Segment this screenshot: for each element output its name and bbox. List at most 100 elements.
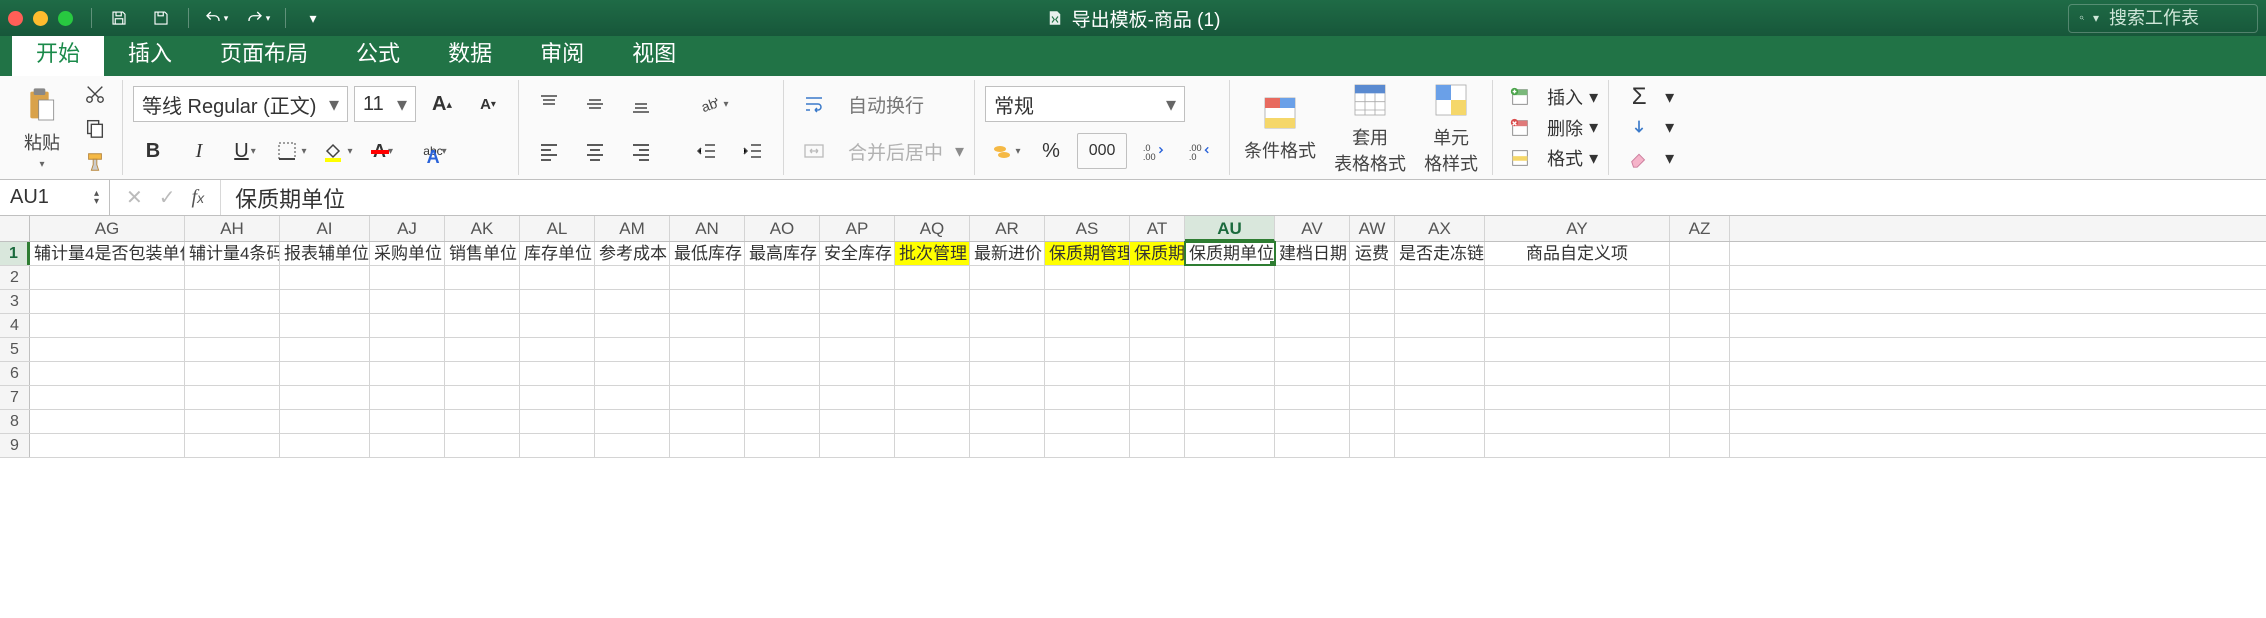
wrap-text-button[interactable] xyxy=(794,86,834,122)
close-window-button[interactable] xyxy=(8,11,23,26)
cell-AO7[interactable] xyxy=(745,386,820,409)
cell-AT4[interactable] xyxy=(1130,314,1185,337)
cell-AJ9[interactable] xyxy=(370,434,445,457)
decrease-indent-button[interactable] xyxy=(687,133,727,169)
cell-AG4[interactable] xyxy=(30,314,185,337)
cell-AJ7[interactable] xyxy=(370,386,445,409)
percent-button[interactable]: % xyxy=(1031,133,1071,169)
cell-AH4[interactable] xyxy=(185,314,280,337)
cell-AX1[interactable]: 是否走冻链 xyxy=(1395,242,1485,265)
column-header-AV[interactable]: AV xyxy=(1275,216,1350,241)
conditional-format-button[interactable]: 条件格式 xyxy=(1240,91,1320,165)
fill-color-button[interactable]: ▾ xyxy=(317,133,357,169)
format-cells-button[interactable] xyxy=(1503,144,1537,172)
decrease-font-button[interactable]: A▾ xyxy=(468,86,508,122)
column-header-AQ[interactable]: AQ xyxy=(895,216,970,241)
column-header-AG[interactable]: AG xyxy=(30,216,185,241)
cell-AO5[interactable] xyxy=(745,338,820,361)
cell-AQ6[interactable] xyxy=(895,362,970,385)
cell-AQ1[interactable]: 批次管理 xyxy=(895,242,970,265)
bold-button[interactable]: B xyxy=(133,133,173,169)
cell-AM3[interactable] xyxy=(595,290,670,313)
font-color-button[interactable]: A▾ xyxy=(363,133,403,169)
cell-AN6[interactable] xyxy=(670,362,745,385)
cell-AL4[interactable] xyxy=(520,314,595,337)
cell-AU5[interactable] xyxy=(1185,338,1275,361)
cell-AJ4[interactable] xyxy=(370,314,445,337)
cell-AV1[interactable]: 建档日期 xyxy=(1275,242,1350,265)
currency-button[interactable]: ▾ xyxy=(985,133,1025,169)
cell-AS6[interactable] xyxy=(1045,362,1130,385)
merge-center-button[interactable] xyxy=(794,133,834,169)
cell-AX4[interactable] xyxy=(1395,314,1485,337)
column-header-AN[interactable]: AN xyxy=(670,216,745,241)
cell-AJ2[interactable] xyxy=(370,266,445,289)
cell-AP2[interactable] xyxy=(820,266,895,289)
cell-AN3[interactable] xyxy=(670,290,745,313)
cell-AV6[interactable] xyxy=(1275,362,1350,385)
cell-AY4[interactable] xyxy=(1485,314,1670,337)
tab-page-layout[interactable]: 页面布局 xyxy=(196,30,332,76)
cell-AQ2[interactable] xyxy=(895,266,970,289)
cell-AW2[interactable] xyxy=(1350,266,1395,289)
cell-AT6[interactable] xyxy=(1130,362,1185,385)
cell-AI5[interactable] xyxy=(280,338,370,361)
column-header-AZ[interactable]: AZ xyxy=(1670,216,1730,241)
cell-AY7[interactable] xyxy=(1485,386,1670,409)
paste-button[interactable]: 粘贴 ▾ xyxy=(18,83,66,172)
column-header-AM[interactable]: AM xyxy=(595,216,670,241)
cell-AS3[interactable] xyxy=(1045,290,1130,313)
column-header-AO[interactable]: AO xyxy=(745,216,820,241)
number-format-combo[interactable]: 常规▾ xyxy=(985,86,1185,122)
cell-AR9[interactable] xyxy=(970,434,1045,457)
cell-AI4[interactable] xyxy=(280,314,370,337)
cell-AH7[interactable] xyxy=(185,386,280,409)
cell-AK5[interactable] xyxy=(445,338,520,361)
cell-AH3[interactable] xyxy=(185,290,280,313)
cell-AU2[interactable] xyxy=(1185,266,1275,289)
column-header-AR[interactable]: AR xyxy=(970,216,1045,241)
cell-AJ5[interactable] xyxy=(370,338,445,361)
border-button[interactable]: ▾ xyxy=(271,133,311,169)
row-header-4[interactable]: 4 xyxy=(0,314,30,337)
cell-AS7[interactable] xyxy=(1045,386,1130,409)
cell-AO4[interactable] xyxy=(745,314,820,337)
row-header-8[interactable]: 8 xyxy=(0,410,30,433)
cell-AZ1[interactable] xyxy=(1670,242,1730,265)
cell-AX7[interactable] xyxy=(1395,386,1485,409)
cell-AW1[interactable]: 运费 xyxy=(1350,242,1395,265)
cell-AM9[interactable] xyxy=(595,434,670,457)
row-header-1[interactable]: 1 xyxy=(0,242,30,265)
align-top-button[interactable] xyxy=(529,86,569,122)
cell-AI8[interactable] xyxy=(280,410,370,433)
cell-AY2[interactable] xyxy=(1485,266,1670,289)
cell-AW3[interactable] xyxy=(1350,290,1395,313)
row-header-6[interactable]: 6 xyxy=(0,362,30,385)
cell-AR8[interactable] xyxy=(970,410,1045,433)
cell-AO6[interactable] xyxy=(745,362,820,385)
align-bottom-button[interactable] xyxy=(621,86,661,122)
column-header-AW[interactable]: AW xyxy=(1350,216,1395,241)
cell-AJ8[interactable] xyxy=(370,410,445,433)
cell-AK3[interactable] xyxy=(445,290,520,313)
column-header-AK[interactable]: AK xyxy=(445,216,520,241)
cell-AN8[interactable] xyxy=(670,410,745,433)
cell-AY8[interactable] xyxy=(1485,410,1670,433)
cell-AH8[interactable] xyxy=(185,410,280,433)
cell-AP4[interactable] xyxy=(820,314,895,337)
cell-AS4[interactable] xyxy=(1045,314,1130,337)
cell-AJ3[interactable] xyxy=(370,290,445,313)
align-left-button[interactable] xyxy=(529,133,569,169)
column-header-AJ[interactable]: AJ xyxy=(370,216,445,241)
cell-AW6[interactable] xyxy=(1350,362,1395,385)
increase-decimal-button[interactable]: .0.00 xyxy=(1133,133,1173,169)
cell-AZ8[interactable] xyxy=(1670,410,1730,433)
cell-AR2[interactable] xyxy=(970,266,1045,289)
cell-AG1[interactable]: 辅计量4是否包装单位 xyxy=(30,242,185,265)
cell-AP7[interactable] xyxy=(820,386,895,409)
cell-AQ5[interactable] xyxy=(895,338,970,361)
cell-AU6[interactable] xyxy=(1185,362,1275,385)
row-header-5[interactable]: 5 xyxy=(0,338,30,361)
cell-AR1[interactable]: 最新进价 xyxy=(970,242,1045,265)
cell-AL8[interactable] xyxy=(520,410,595,433)
